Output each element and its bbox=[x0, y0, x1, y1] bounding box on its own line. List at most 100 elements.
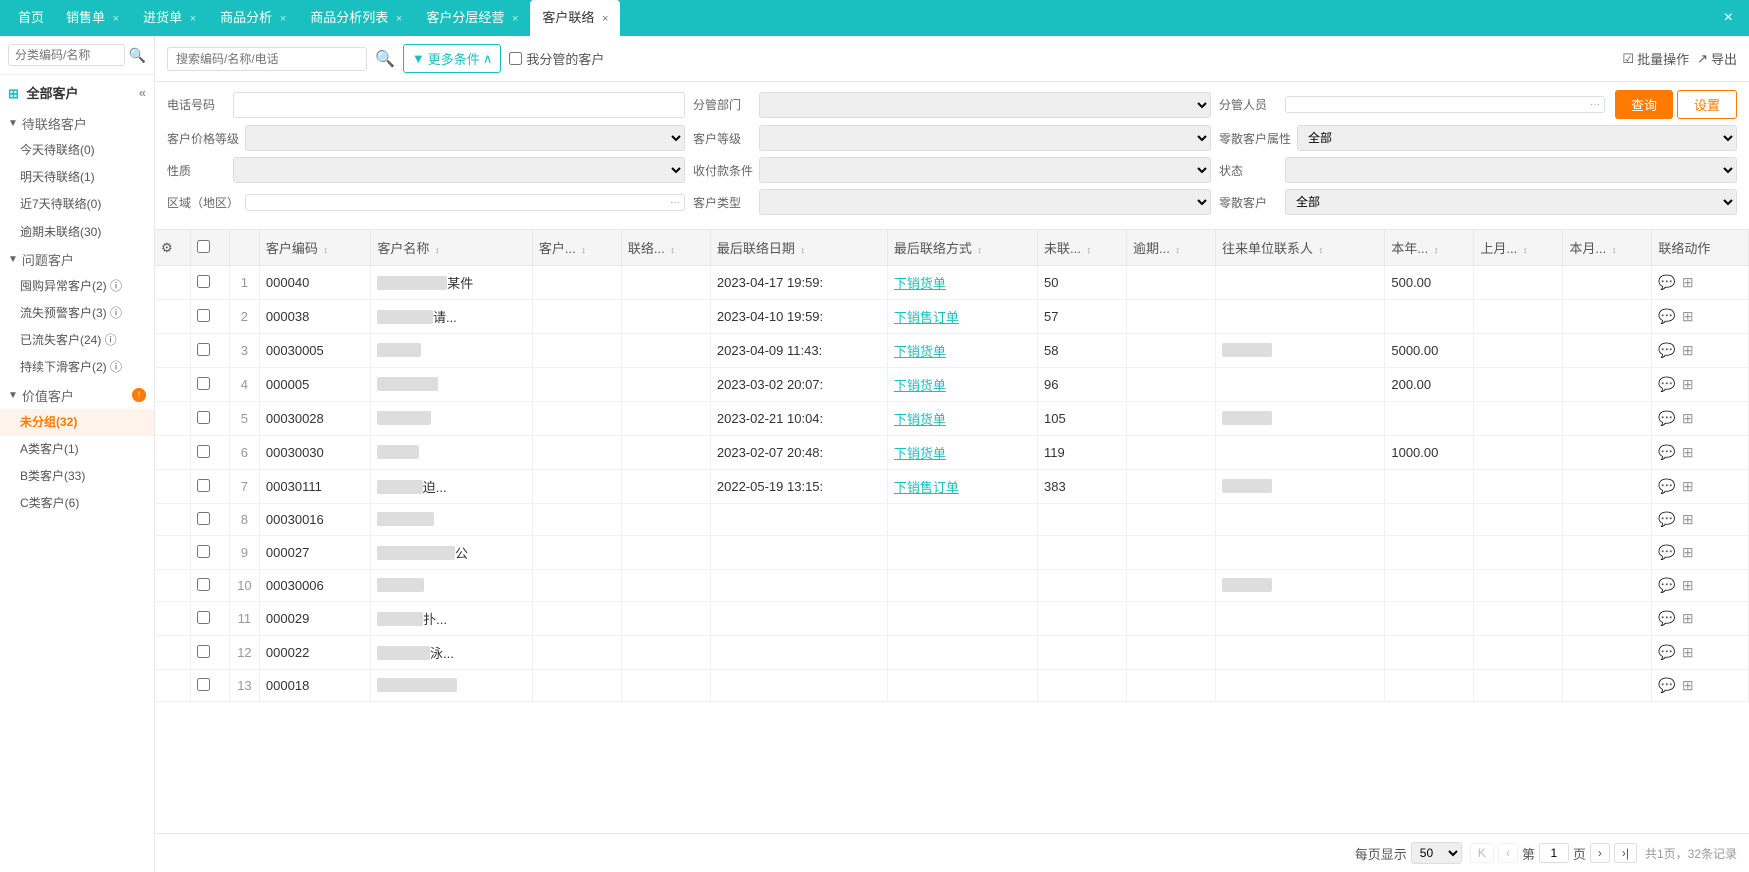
page-number-input[interactable] bbox=[1539, 843, 1569, 863]
sidebar-item-7days[interactable]: 近7天待联络(0) bbox=[0, 191, 154, 218]
method-link[interactable]: 下销货单 bbox=[894, 412, 946, 427]
sidebar-item-churned[interactable]: 已流失客户(24) ⓘ bbox=[0, 327, 154, 354]
nav-tab-sales[interactable]: 销售单 × bbox=[54, 0, 131, 36]
price-level-select[interactable] bbox=[245, 125, 685, 151]
td-checkbox[interactable] bbox=[191, 504, 230, 536]
td-checkbox[interactable] bbox=[191, 266, 230, 300]
method-link[interactable]: 下销货单 bbox=[894, 344, 946, 359]
grid2-icon[interactable]: ⊞ bbox=[1682, 444, 1694, 461]
chat-icon[interactable]: 💬 bbox=[1658, 376, 1675, 393]
page-size-select[interactable]: 20 50 100 bbox=[1411, 842, 1462, 864]
grid2-icon[interactable]: ⊞ bbox=[1682, 410, 1694, 427]
td-checkbox[interactable] bbox=[191, 470, 230, 504]
grid2-icon[interactable]: ⊞ bbox=[1682, 644, 1694, 661]
row-checkbox[interactable] bbox=[197, 275, 210, 288]
row-checkbox[interactable] bbox=[197, 343, 210, 356]
sidebar-item-class-b[interactable]: B类客户(33) bbox=[0, 463, 154, 490]
td-checkbox[interactable] bbox=[191, 368, 230, 402]
th-contact[interactable]: 联络... ↕ bbox=[621, 230, 710, 266]
method-link[interactable]: 下销货单 bbox=[894, 446, 946, 461]
chat-icon[interactable]: 💬 bbox=[1658, 342, 1675, 359]
chat-icon[interactable]: 💬 bbox=[1658, 644, 1675, 661]
nav-tab-product-list[interactable]: 商品分析列表 × bbox=[298, 0, 414, 36]
sidebar-search-icon[interactable]: 🔍 bbox=[129, 47, 146, 64]
th-no-contact[interactable]: 未联... ↕ bbox=[1038, 230, 1127, 266]
export-button[interactable]: ↗ 导出 bbox=[1697, 49, 1737, 68]
method-link[interactable]: 下销货单 bbox=[894, 378, 946, 393]
row-checkbox[interactable] bbox=[197, 611, 210, 624]
grid2-icon[interactable]: ⊞ bbox=[1682, 577, 1694, 594]
close-sales-tab[interactable]: × bbox=[113, 13, 119, 25]
row-checkbox[interactable] bbox=[197, 578, 210, 591]
chat-icon[interactable]: 💬 bbox=[1658, 544, 1675, 561]
td-checkbox[interactable] bbox=[191, 334, 230, 368]
th-last-contact-date[interactable]: 最后联络日期 ↕ bbox=[710, 230, 887, 266]
close-product-analysis-tab[interactable]: × bbox=[280, 13, 286, 25]
row-checkbox[interactable] bbox=[197, 309, 210, 322]
section-problem-customers[interactable]: ▼ 问题客户 bbox=[0, 246, 154, 273]
td-checkbox[interactable] bbox=[191, 570, 230, 602]
td-checkbox[interactable] bbox=[191, 300, 230, 334]
td-checkbox[interactable] bbox=[191, 402, 230, 436]
sidebar-search-input[interactable] bbox=[8, 44, 125, 66]
close-product-list-tab[interactable]: × bbox=[396, 13, 402, 25]
query-button[interactable]: 查询 bbox=[1615, 90, 1673, 119]
main-search-icon[interactable]: 🔍 bbox=[375, 49, 395, 69]
dept-select[interactable] bbox=[759, 92, 1211, 118]
select-all-checkbox[interactable] bbox=[197, 240, 210, 253]
customer-type-select[interactable] bbox=[759, 189, 1211, 215]
row-checkbox[interactable] bbox=[197, 678, 210, 691]
sidebar-item-today[interactable]: 今天待联络(0) bbox=[0, 137, 154, 164]
phone-input[interactable] bbox=[233, 92, 685, 118]
nature-select[interactable] bbox=[233, 157, 685, 183]
nav-tab-customer-contact[interactable]: 客户联络 × bbox=[530, 0, 620, 36]
sidebar-item-abnormal[interactable]: 囤购异常客户(2) ⓘ bbox=[0, 273, 154, 300]
chat-icon[interactable]: 💬 bbox=[1658, 410, 1675, 427]
close-window-button[interactable]: × bbox=[1716, 9, 1741, 27]
grid2-icon[interactable]: ⊞ bbox=[1682, 478, 1694, 495]
sidebar-all-customers[interactable]: ⊞ 全部客户 « bbox=[0, 75, 154, 110]
th-settings[interactable]: ⚙ bbox=[155, 230, 191, 266]
th-last-contact-method[interactable]: 最后联络方式 ↕ bbox=[887, 230, 1037, 266]
more-conditions-button[interactable]: ▼ 更多条件 ∧ bbox=[403, 44, 501, 73]
nav-tab-product-analysis[interactable]: 商品分析 × bbox=[208, 0, 298, 36]
sidebar-item-overdue[interactable]: 逾期未联络(30) bbox=[0, 219, 154, 246]
section-pending-contact[interactable]: ▼ 待联络客户 bbox=[0, 110, 154, 137]
area-more-icon[interactable]: ··· bbox=[670, 197, 680, 208]
reset-button[interactable]: 设置 bbox=[1677, 90, 1737, 119]
status-select[interactable] bbox=[1285, 157, 1737, 183]
chat-icon[interactable]: 💬 bbox=[1658, 478, 1675, 495]
main-search-input[interactable] bbox=[167, 47, 367, 71]
th-overdue[interactable]: 逾期... ↕ bbox=[1126, 230, 1215, 266]
nav-home[interactable]: 首页 bbox=[8, 0, 54, 36]
td-checkbox[interactable] bbox=[191, 536, 230, 570]
payment-select[interactable] bbox=[759, 157, 1211, 183]
th-customer-cat[interactable]: 客户... ↕ bbox=[532, 230, 621, 266]
chat-icon[interactable]: 💬 bbox=[1658, 444, 1675, 461]
first-page-button[interactable]: K bbox=[1470, 843, 1494, 863]
chat-icon[interactable]: 💬 bbox=[1658, 577, 1675, 594]
th-last-month[interactable]: 上月... ↕ bbox=[1474, 230, 1563, 266]
td-checkbox[interactable] bbox=[191, 670, 230, 702]
sidebar-item-class-c[interactable]: C类客户(6) bbox=[0, 490, 154, 517]
section-value-customers[interactable]: ▼ 价值客户 ! bbox=[0, 382, 154, 409]
chat-icon[interactable]: 💬 bbox=[1658, 511, 1675, 528]
row-checkbox[interactable] bbox=[197, 645, 210, 658]
row-checkbox[interactable] bbox=[197, 512, 210, 525]
sidebar-item-ungrouped[interactable]: 未分组(32) bbox=[0, 409, 154, 436]
zero-attr-select[interactable]: 全部 bbox=[1297, 125, 1737, 151]
sidebar-collapse-button[interactable]: « bbox=[139, 85, 146, 100]
sidebar-item-declining[interactable]: 持续下滑客户(2) ⓘ bbox=[0, 354, 154, 381]
my-customers-checkbox[interactable]: 我分管的客户 bbox=[509, 49, 604, 68]
th-this-year[interactable]: 本年... ↕ bbox=[1385, 230, 1474, 266]
batch-operate-button[interactable]: ☑ 批量操作 bbox=[1622, 49, 1689, 68]
method-link[interactable]: 下销售订单 bbox=[894, 310, 959, 325]
prev-page-button[interactable]: ‹ bbox=[1498, 843, 1518, 863]
row-checkbox[interactable] bbox=[197, 411, 210, 424]
th-unit-contact[interactable]: 往来单位联系人 ↕ bbox=[1215, 230, 1384, 266]
method-link[interactable]: 下销售订单 bbox=[894, 480, 959, 495]
grid2-icon[interactable]: ⊞ bbox=[1682, 511, 1694, 528]
close-customer-contact-tab[interactable]: × bbox=[602, 13, 608, 25]
grid2-icon[interactable]: ⊞ bbox=[1682, 544, 1694, 561]
person-more-icon[interactable]: ··· bbox=[1590, 99, 1600, 110]
